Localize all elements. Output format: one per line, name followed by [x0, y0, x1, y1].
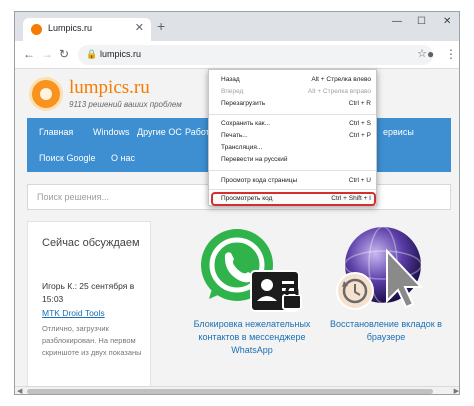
horizontal-scrollbar[interactable]: ◀ ▶: [15, 386, 459, 394]
scroll-left-arrow-icon[interactable]: ◀: [17, 387, 22, 394]
new-tab-button[interactable]: +: [157, 19, 165, 33]
menu-item-label: Перевести на русский: [221, 156, 288, 163]
scrollbar-thumb[interactable]: [27, 389, 433, 394]
sidebar-title: Сейчас обсуждаем: [42, 237, 140, 249]
menu-item-label: Печать...: [221, 132, 248, 139]
article-card-whatsapp[interactable]: Блокировка нежелательных контактов в мес…: [187, 221, 317, 386]
menu-item-reload[interactable]: Перезагрузить Ctrl + R: [221, 99, 371, 110]
tab-strip: Lumpics.ru ✕ + — ☐ ✕: [15, 12, 459, 41]
tab-title: Lumpics.ru: [48, 23, 93, 33]
site-name[interactable]: lumpics.ru: [69, 77, 150, 99]
menu-item-shortcut: Ctrl + S: [349, 120, 371, 127]
scroll-right-arrow-icon[interactable]: ▶: [454, 387, 459, 394]
lock-icon[interactable]: 🔒: [86, 49, 97, 60]
orange-favicon-icon: [31, 24, 42, 35]
more-menu-icon[interactable]: ⋮: [445, 47, 457, 61]
reload-icon[interactable]: ↻: [59, 47, 69, 61]
search-placeholder: Поиск решения...: [37, 192, 110, 202]
browser-window: Lumpics.ru ✕ + — ☐ ✕ ← → ↻ 🔒 lumpics.ru …: [14, 11, 460, 395]
menu-item-label: Назад: [221, 76, 240, 83]
star-bookmark-icon[interactable]: ☆: [417, 47, 427, 60]
menu-item-label: Сохранить как...: [221, 120, 270, 127]
context-menu: Назад Alt + Стрелка влево Вперед Alt + С…: [208, 69, 377, 206]
close-window-icon[interactable]: ✕: [443, 16, 451, 27]
close-tab-icon[interactable]: ✕: [135, 21, 144, 34]
tab-lumpics[interactable]: Lumpics.ru ✕: [23, 18, 151, 41]
menu-item-save-as[interactable]: Сохранить как... Ctrl + S: [221, 119, 371, 130]
nav-item-google-search[interactable]: Поиск Google: [39, 153, 95, 163]
menu-separator: [209, 114, 376, 115]
menu-item-shortcut: Alt + Стрелка вправо: [307, 88, 371, 95]
site-slogan: 9113 решений ваших проблем: [69, 100, 182, 109]
menu-item-forward[interactable]: Вперед Alt + Стрелка вправо: [221, 87, 371, 98]
globe-cursor-icon: [336, 226, 424, 310]
browser-toolbar: ← → ↻ 🔒 lumpics.ru ☆ ● ⋮: [15, 41, 459, 69]
menu-item-print[interactable]: Печать... Ctrl + P: [221, 131, 371, 142]
article-title[interactable]: Блокировка нежелательных контактов в мес…: [187, 318, 317, 357]
nav-item-about[interactable]: О нас: [111, 153, 135, 163]
menu-item-label: Просмотреть код: [221, 195, 273, 202]
menu-item-shortcut: Ctrl + U: [348, 177, 371, 184]
address-bar[interactable]: 🔒 lumpics.ru ☆: [78, 45, 433, 65]
menu-item-label: Перезагрузить: [221, 100, 266, 107]
article-card-tabs[interactable]: Восстановление вкладок в браузере: [321, 221, 451, 386]
menu-item-view-source[interactable]: Просмотр кода страницы Ctrl + U: [221, 176, 371, 187]
orange-logo-icon[interactable]: [29, 77, 63, 111]
menu-item-shortcut: Ctrl + R: [348, 100, 371, 107]
menu-item-label: Просмотр кода страницы: [221, 177, 298, 184]
menu-separator: [209, 189, 376, 190]
forward-arrow-icon[interactable]: →: [41, 47, 53, 61]
comment-meta: Игорь К.: 25 сентября в 15:03: [42, 281, 135, 304]
nav-item-home[interactable]: Главная: [39, 127, 73, 137]
article-title[interactable]: Восстановление вкладок в браузере: [321, 318, 451, 344]
menu-item-shortcut: Ctrl + Shift + I: [331, 195, 371, 202]
comment-text: Отлично, загрузчик разблокирован. На пер…: [42, 324, 142, 357]
url-text[interactable]: lumpics.ru: [100, 49, 141, 59]
menu-item-cast[interactable]: Трансляция...: [221, 143, 371, 154]
menu-item-label: Вперед: [221, 88, 244, 95]
menu-separator: [209, 170, 376, 171]
nav-item-other-os[interactable]: Другие ОС: [137, 127, 182, 137]
menu-item-translate[interactable]: Перевести на русский: [221, 155, 371, 166]
back-arrow-icon[interactable]: ←: [23, 47, 35, 61]
menu-item-shortcut: Ctrl + P: [349, 132, 371, 139]
whatsapp-lock-icon: [201, 229, 302, 312]
account-icon[interactable]: ●: [427, 47, 434, 61]
comment-article-link[interactable]: MTK Droid Tools: [42, 308, 105, 318]
menu-item-inspect[interactable]: Просмотреть код Ctrl + Shift + I: [221, 194, 371, 205]
minimize-icon[interactable]: —: [392, 16, 402, 27]
menu-item-back[interactable]: Назад Alt + Стрелка влево: [221, 75, 371, 86]
menu-item-shortcut: Alt + Стрелка влево: [311, 76, 371, 83]
nav-item-windows[interactable]: Windows: [93, 127, 130, 137]
discussion-sidebar: Сейчас обсуждаем Игорь К.: 25 сентября в…: [27, 221, 151, 386]
maximize-icon[interactable]: ☐: [417, 16, 426, 27]
menu-item-label: Трансляция...: [221, 144, 263, 151]
nav-item-services[interactable]: ервисы: [383, 127, 414, 137]
